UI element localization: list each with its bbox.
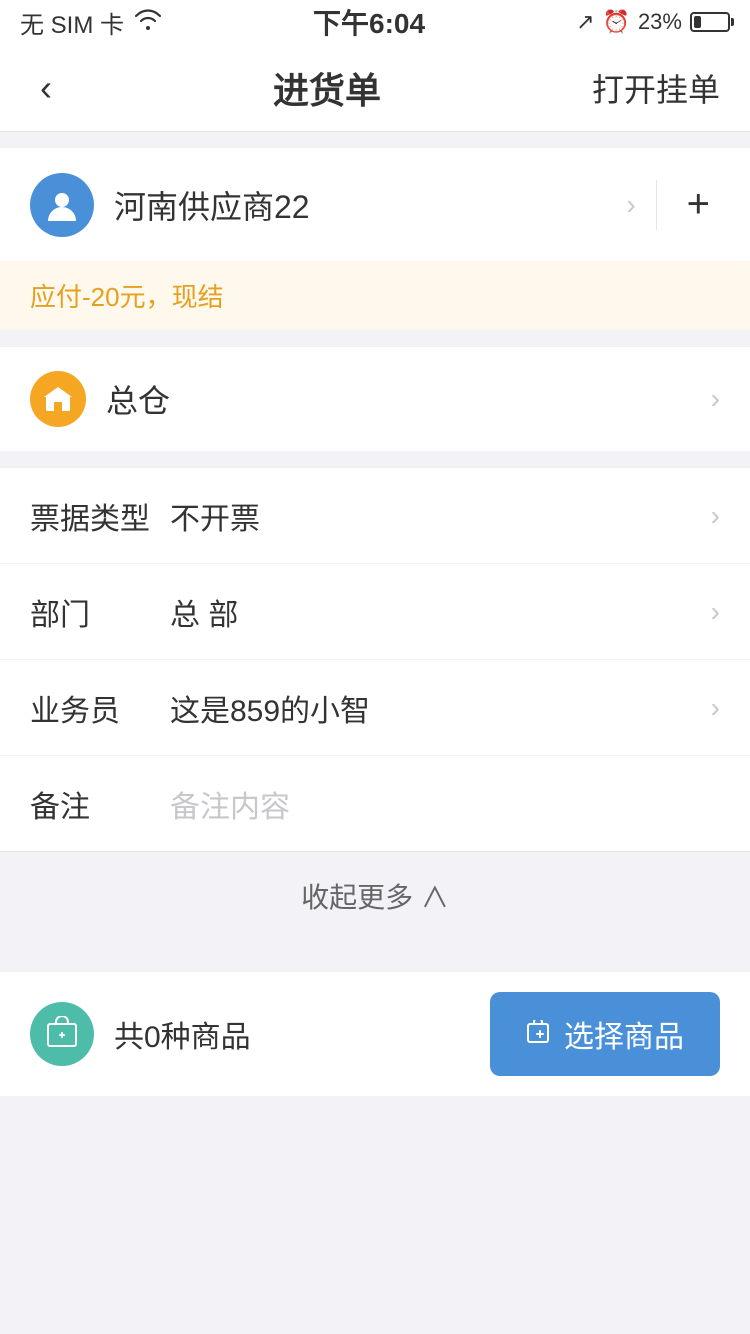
ticket-type-label: 票据类型 xyxy=(30,494,170,538)
vertical-divider xyxy=(656,180,657,230)
status-right: ↗ ⏰ 23% xyxy=(576,9,730,35)
supplier-avatar xyxy=(30,173,94,237)
warehouse-section: 总仓 › xyxy=(0,346,750,451)
location-icon: ↗ xyxy=(576,9,594,35)
remarks-placeholder: 备注内容 xyxy=(170,782,720,826)
add-button[interactable]: + xyxy=(677,172,720,237)
carrier-text: 无 SIM 卡 xyxy=(20,5,124,40)
status-bar: 无 SIM 卡 下午6:04 ↗ ⏰ 23% xyxy=(0,0,750,44)
supplier-chevron-icon: › xyxy=(626,189,635,221)
department-row[interactable]: 部门 总 部 › xyxy=(0,563,750,659)
ticket-type-chevron-icon: › xyxy=(711,500,720,532)
open-pending-button[interactable]: 打开挂单 xyxy=(592,65,720,111)
select-product-button[interactable]: 选择商品 xyxy=(490,992,720,1076)
battery-percent: 23% xyxy=(638,9,682,35)
page-title: 进货单 xyxy=(273,62,381,114)
product-icon xyxy=(30,1002,94,1066)
section-gap-3 xyxy=(0,451,750,467)
status-left: 无 SIM 卡 xyxy=(20,5,162,40)
select-product-label: 选择商品 xyxy=(564,1012,684,1056)
ticket-type-row[interactable]: 票据类型 不开票 › xyxy=(0,467,750,563)
remarks-label: 备注 xyxy=(30,782,170,826)
collapse-button[interactable]: 收起更多 ∧ xyxy=(0,851,750,940)
form-section: 票据类型 不开票 › 部门 总 部 › 业务员 这是859的小智 › 备注 备注… xyxy=(0,467,750,851)
section-gap-2 xyxy=(0,330,750,346)
salesperson-label: 业务员 xyxy=(30,686,170,730)
supplier-row[interactable]: 河南供应商22 › + xyxy=(0,148,750,261)
product-count-text: 共0种商品 xyxy=(114,1012,490,1056)
collapse-label: 收起更多 ∧ xyxy=(301,876,449,916)
supplier-section: 河南供应商22 › + 应付-20元，现结 xyxy=(0,148,750,330)
department-chevron-icon: › xyxy=(711,596,720,628)
notice-text: 应付-20元，现结 xyxy=(30,282,224,312)
notice-bar: 应付-20元，现结 xyxy=(0,261,750,330)
section-gap-1 xyxy=(0,132,750,148)
salesperson-row[interactable]: 业务员 这是859的小智 › xyxy=(0,659,750,755)
salesperson-value: 这是859的小智 xyxy=(170,686,711,730)
product-bar: 共0种商品 选择商品 xyxy=(0,972,750,1096)
nav-bar: ‹ 进货单 打开挂单 xyxy=(0,44,750,132)
warehouse-chevron-icon: › xyxy=(711,383,720,415)
salesperson-chevron-icon: › xyxy=(711,692,720,724)
back-button[interactable]: ‹ xyxy=(30,57,62,119)
supplier-name: 河南供应商22 xyxy=(114,182,626,228)
warehouse-row[interactable]: 总仓 › xyxy=(0,346,750,451)
wifi-icon xyxy=(134,8,162,37)
battery-icon xyxy=(690,12,730,32)
warehouse-name: 总仓 xyxy=(106,376,711,422)
section-gap-4 xyxy=(0,940,750,956)
department-value: 总 部 xyxy=(170,590,711,634)
alarm-icon: ⏰ xyxy=(603,9,630,35)
warehouse-icon xyxy=(30,371,86,427)
ticket-type-value: 不开票 xyxy=(170,494,711,538)
remarks-row[interactable]: 备注 备注内容 xyxy=(0,755,750,851)
department-label: 部门 xyxy=(30,590,170,634)
status-time: 下午6:04 xyxy=(313,2,425,42)
